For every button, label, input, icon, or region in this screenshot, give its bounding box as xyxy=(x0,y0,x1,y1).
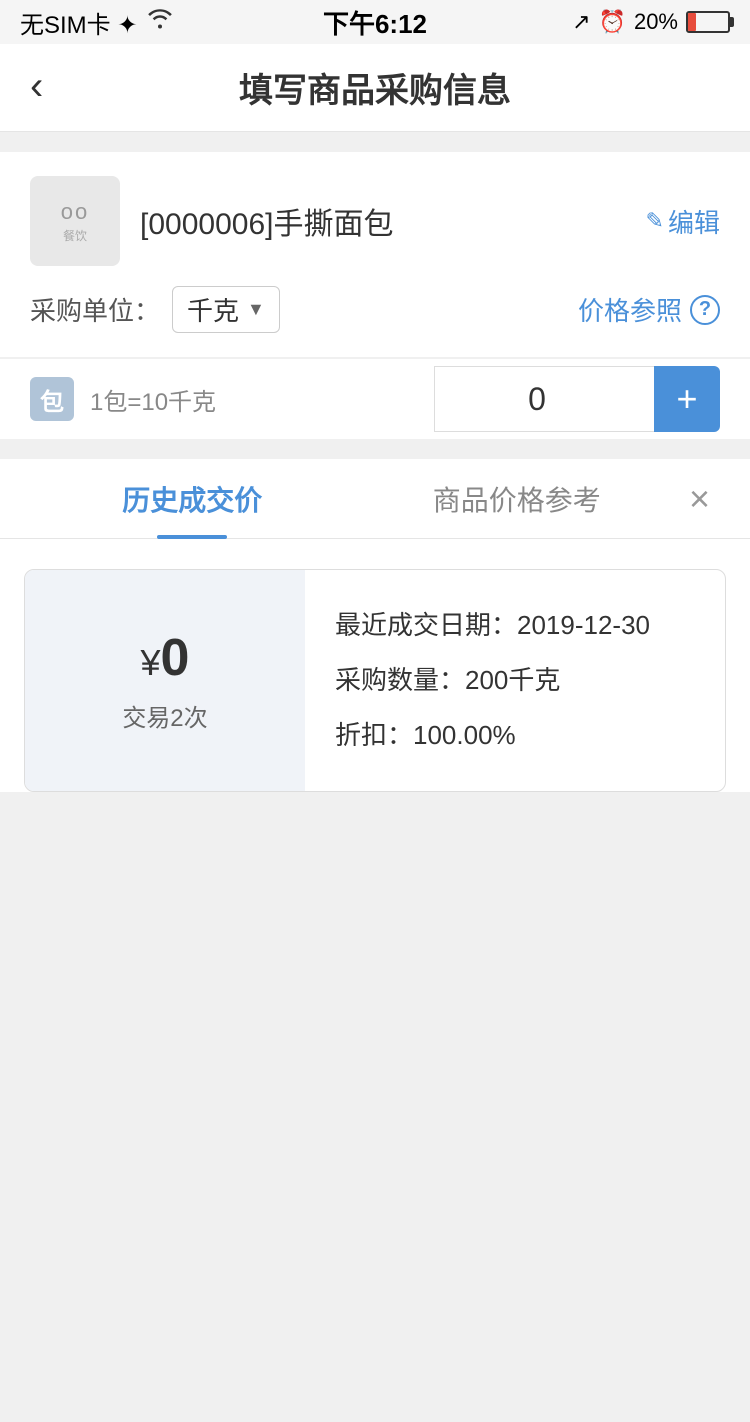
quantity-section: 包 1包=10千克 + xyxy=(0,359,750,439)
logo-eyes: oo xyxy=(61,199,89,225)
product-name: [0000006]手撕面包 xyxy=(140,199,393,243)
help-icon: ? xyxy=(690,295,720,325)
unit-selector: 采购单位： 千克 ▼ xyxy=(30,286,280,333)
status-time: 下午6:12 xyxy=(323,4,427,41)
recent-date-row: 最近成交日期：2019-12-30 xyxy=(335,606,695,645)
recent-date-label: 最近成交日期： xyxy=(335,610,517,640)
price-ref-label: 价格参照 xyxy=(578,291,682,328)
price-symbol: ¥ xyxy=(141,642,161,683)
logo-chin: 餐饮 xyxy=(63,227,87,244)
plus-icon: + xyxy=(676,378,697,420)
product-header: oo 餐饮 [0000006]手撕面包 ✎ 编辑 xyxy=(30,176,720,266)
tab-price-ref-label: 商品价格参考 xyxy=(433,479,601,519)
main-content-area xyxy=(0,822,750,1422)
tab-history-label: 历史成交价 xyxy=(122,479,262,519)
price-amount: 0 xyxy=(161,629,190,687)
edit-icon: ✎ xyxy=(646,208,664,234)
status-bar: 无SIM卡 ✦ 下午6:12 ↗ ⏰ 20% xyxy=(0,0,750,44)
close-icon: × xyxy=(689,478,710,519)
purchase-qty-label: 采购数量： xyxy=(335,665,465,695)
unit-badge: 包 xyxy=(30,377,74,421)
purchase-qty-row: 采购数量：200千克 xyxy=(335,661,695,700)
product-logo: oo 餐饮 xyxy=(61,199,89,244)
tabs-section: 历史成交价 商品价格参考 × ¥0 交易2次 最近成交日期：2019-12-30… xyxy=(0,459,750,792)
history-card: ¥0 交易2次 最近成交日期：2019-12-30 采购数量：200千克 折扣：… xyxy=(24,569,726,792)
wifi-icon xyxy=(147,8,173,36)
product-card: oo 餐饮 [0000006]手撕面包 ✎ 编辑 采购单位： 千克 ▼ 价格参照… xyxy=(0,152,750,357)
price-reference-button[interactable]: 价格参照 ? xyxy=(578,291,720,328)
purchase-qty-value: 200千克 xyxy=(465,665,560,695)
product-header-left: oo 餐饮 [0000006]手撕面包 xyxy=(30,176,393,266)
nav-bar: ‹ 填写商品采购信息 xyxy=(0,44,750,132)
history-detail-column: 最近成交日期：2019-12-30 采购数量：200千克 折扣：100.00% xyxy=(305,570,725,791)
discount-value: 100.00% xyxy=(413,720,516,750)
edit-label: 编辑 xyxy=(668,203,720,240)
history-price-column: ¥0 交易2次 xyxy=(25,570,305,791)
quantity-unit-info: 包 1包=10千克 xyxy=(30,377,216,421)
tab-product-price-ref[interactable]: 商品价格参考 xyxy=(354,459,678,539)
trade-count: 交易2次 xyxy=(122,698,207,733)
dropdown-arrow-icon: ▼ xyxy=(247,299,265,320)
quantity-input-row: + xyxy=(434,366,720,432)
unit-select-dropdown[interactable]: 千克 ▼ xyxy=(172,286,280,333)
edit-button[interactable]: ✎ 编辑 xyxy=(646,203,720,240)
location-icon: ↗ xyxy=(572,9,590,35)
history-price-value: ¥0 xyxy=(141,628,190,688)
unit-label: 采购单位： xyxy=(30,291,160,328)
discount-label: 折扣： xyxy=(335,720,413,750)
tabs-header: 历史成交价 商品价格参考 × xyxy=(0,459,750,539)
back-button[interactable]: ‹ xyxy=(30,66,43,106)
unit-value: 千克 xyxy=(187,291,239,328)
page-title: 填写商品采购信息 xyxy=(239,63,511,112)
recent-date-value: 2019-12-30 xyxy=(517,610,650,640)
tabs-close-button[interactable]: × xyxy=(679,481,720,517)
status-left: 无SIM卡 ✦ xyxy=(20,5,173,40)
status-right: ↗ ⏰ 20% xyxy=(572,9,730,35)
battery-percent: 20% xyxy=(634,9,678,35)
product-thumbnail: oo 餐饮 xyxy=(30,176,120,266)
tab-history-price[interactable]: 历史成交价 xyxy=(30,459,354,539)
unit-description: 1包=10千克 xyxy=(90,382,216,417)
carrier-text: 无SIM卡 ✦ xyxy=(20,5,137,40)
quantity-plus-button[interactable]: + xyxy=(654,366,720,432)
product-unit-row: 采购单位： 千克 ▼ 价格参照 ? xyxy=(30,286,720,333)
discount-row: 折扣：100.00% xyxy=(335,716,695,755)
quantity-input[interactable] xyxy=(434,366,654,432)
battery-icon xyxy=(686,11,730,33)
alarm-icon: ⏰ xyxy=(599,9,626,35)
